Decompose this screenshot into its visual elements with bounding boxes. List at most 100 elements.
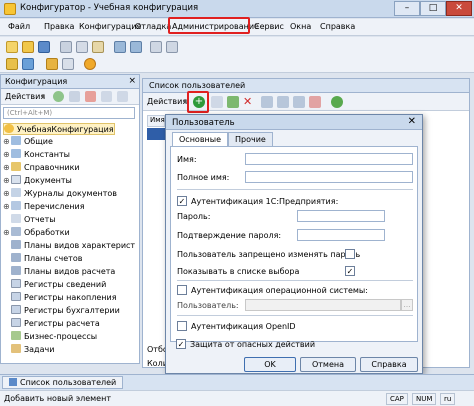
config-open-icon[interactable] <box>6 58 18 70</box>
tree-item-calc-registers[interactable]: Регистры расчета <box>3 318 100 330</box>
clear-filter-icon[interactable] <box>309 96 321 108</box>
openid-label: Аутентификация OpenID <box>191 322 296 331</box>
expand-icon[interactable]: ⊕ <box>3 189 11 198</box>
actions-menu[interactable]: Действия <box>5 92 45 101</box>
column-header-name[interactable]: Имя <box>147 115 165 127</box>
auth-1c-checkbox[interactable]: ✓ <box>177 196 187 206</box>
menu-debug[interactable]: Отладка <box>135 22 171 31</box>
expand-icon[interactable]: ⊕ <box>3 176 11 185</box>
os-auth-checkbox[interactable] <box>177 285 187 295</box>
menu-edit[interactable]: Правка <box>44 22 74 31</box>
menu-file[interactable]: Файл <box>8 22 30 31</box>
open-folder-icon[interactable] <box>22 41 34 53</box>
char-types-icon <box>11 240 21 249</box>
update-db-icon[interactable] <box>22 58 34 70</box>
menu-windows[interactable]: Окна <box>290 22 311 31</box>
tree-item-charts-of-accounts[interactable]: Планы счетов <box>3 253 82 265</box>
protection-checkbox[interactable]: ✓ <box>176 339 186 349</box>
expand-icon[interactable]: ⊕ <box>3 228 11 237</box>
password-field[interactable] <box>297 210 385 222</box>
tree-item-char-types[interactable]: Планы видов характерист <box>3 240 135 252</box>
users-actions-menu[interactable]: Действия <box>147 97 187 106</box>
general-icon <box>11 136 21 145</box>
replace-icon[interactable] <box>166 41 178 53</box>
expand-icon[interactable]: ⊕ <box>3 202 11 211</box>
selected-row[interactable] <box>147 128 165 140</box>
user-dialog-title: Пользователь <box>172 118 235 128</box>
redo-icon[interactable] <box>130 41 142 53</box>
forbid-change-checkbox[interactable] <box>345 249 355 259</box>
tree-item-general[interactable]: ⊕ Общие <box>3 136 53 148</box>
expand-icon[interactable]: ⊕ <box>3 137 11 146</box>
expand-icon[interactable]: ⊕ <box>3 150 11 159</box>
close-icon[interactable]: ✕ <box>408 116 416 127</box>
copy-icon[interactable] <box>76 41 88 53</box>
user-dialog: Пользователь ✕ Основные Прочие Имя: Полн… <box>165 114 423 374</box>
menu-configuration[interactable]: Конфигурация <box>79 22 141 31</box>
sort-icon[interactable] <box>293 96 305 108</box>
os-user-field[interactable] <box>245 299 401 311</box>
tree-item-business-processes[interactable]: Бизнес-процессы <box>3 331 97 343</box>
refresh-icon[interactable] <box>331 96 343 108</box>
tab-other[interactable]: Прочие <box>228 132 273 146</box>
find-icon[interactable] <box>150 41 162 53</box>
tree-item-accum-registers[interactable]: Регистры накопления <box>3 292 117 304</box>
catalogs-icon <box>11 162 21 171</box>
tree-item-info-registers[interactable]: Регистры сведений <box>3 279 106 291</box>
tree-item-tasks[interactable]: Задачи <box>3 344 54 356</box>
save-icon[interactable] <box>38 41 50 53</box>
confirm-password-field[interactable] <box>297 229 385 241</box>
chevron-down-icon[interactable]: ▾ <box>41 92 45 101</box>
debug-options-icon[interactable] <box>62 58 74 70</box>
task-users-list[interactable]: Список пользователей <box>2 376 124 389</box>
paste-icon[interactable] <box>92 41 104 53</box>
menu-service[interactable]: Сервис <box>254 22 284 31</box>
name-field[interactable] <box>245 153 413 165</box>
tree-root[interactable]: УчебнаяКонфигурация <box>3 123 115 135</box>
add-icon[interactable] <box>53 91 64 102</box>
tree-item-doc-journals[interactable]: ⊕ Журналы документов <box>3 188 117 200</box>
title-bar: Конфигуратор - Учебная конфигурация – □ … <box>0 0 474 18</box>
tree-item-processing[interactable]: ⊕ Обработки <box>3 227 70 239</box>
expand-icon[interactable]: ⊕ <box>3 163 11 172</box>
tree-item-acc-registers[interactable]: Регистры бухгалтерии <box>3 305 120 317</box>
tab-main[interactable]: Основные <box>172 132 229 146</box>
help-button[interactable]: Справка <box>360 357 418 372</box>
close-icon[interactable]: × <box>128 76 136 86</box>
ellipsis-button[interactable]: … <box>401 299 413 311</box>
acc-registers-icon <box>11 305 21 314</box>
cancel-button[interactable]: Отмена <box>300 357 356 372</box>
maximize-button[interactable]: □ <box>420 1 446 16</box>
new-icon[interactable] <box>6 41 18 53</box>
ok-button[interactable]: OK <box>244 357 296 372</box>
tree-item-reports[interactable]: Отчеты <box>3 214 56 226</box>
status-bar: Добавить новый элемент CAP NUM ru <box>0 390 474 406</box>
tree-item-catalogs[interactable]: ⊕ Справочники <box>3 162 80 174</box>
properties-icon[interactable] <box>101 91 112 102</box>
cut-icon[interactable] <box>60 41 72 53</box>
filter-users-icon[interactable] <box>277 96 289 108</box>
copy-user-icon[interactable] <box>211 96 223 108</box>
debug-icon[interactable] <box>46 58 58 70</box>
delete-user-icon[interactable]: ✕ <box>243 95 252 108</box>
edit-user-icon[interactable] <box>227 96 239 108</box>
filter-icon[interactable] <box>117 91 128 102</box>
user-properties-icon[interactable] <box>261 96 273 108</box>
tree-item-constants[interactable]: ⊕ Константы <box>3 149 70 161</box>
status-text: Добавить новый элемент <box>4 394 111 403</box>
minimize-button[interactable]: – <box>394 1 420 16</box>
fullname-field[interactable] <box>245 171 413 183</box>
tree-item-calc-types[interactable]: Планы видов расчета <box>3 266 115 278</box>
show-in-list-checkbox[interactable]: ✓ <box>345 266 355 276</box>
undo-icon[interactable] <box>114 41 126 53</box>
run-icon[interactable] <box>84 58 96 70</box>
close-button[interactable]: ✕ <box>446 1 472 16</box>
openid-checkbox[interactable] <box>177 321 187 331</box>
tree-item-enums[interactable]: ⊕ Перечисления <box>3 201 85 213</box>
delete-icon[interactable] <box>85 91 96 102</box>
menu-help[interactable]: Справка <box>320 22 355 31</box>
configuration-search-input[interactable]: (Ctrl+Alt+M) <box>3 107 135 119</box>
business-processes-icon <box>11 331 21 340</box>
edit-icon[interactable] <box>69 91 80 102</box>
tree-item-documents[interactable]: ⊕ Документы <box>3 175 72 187</box>
